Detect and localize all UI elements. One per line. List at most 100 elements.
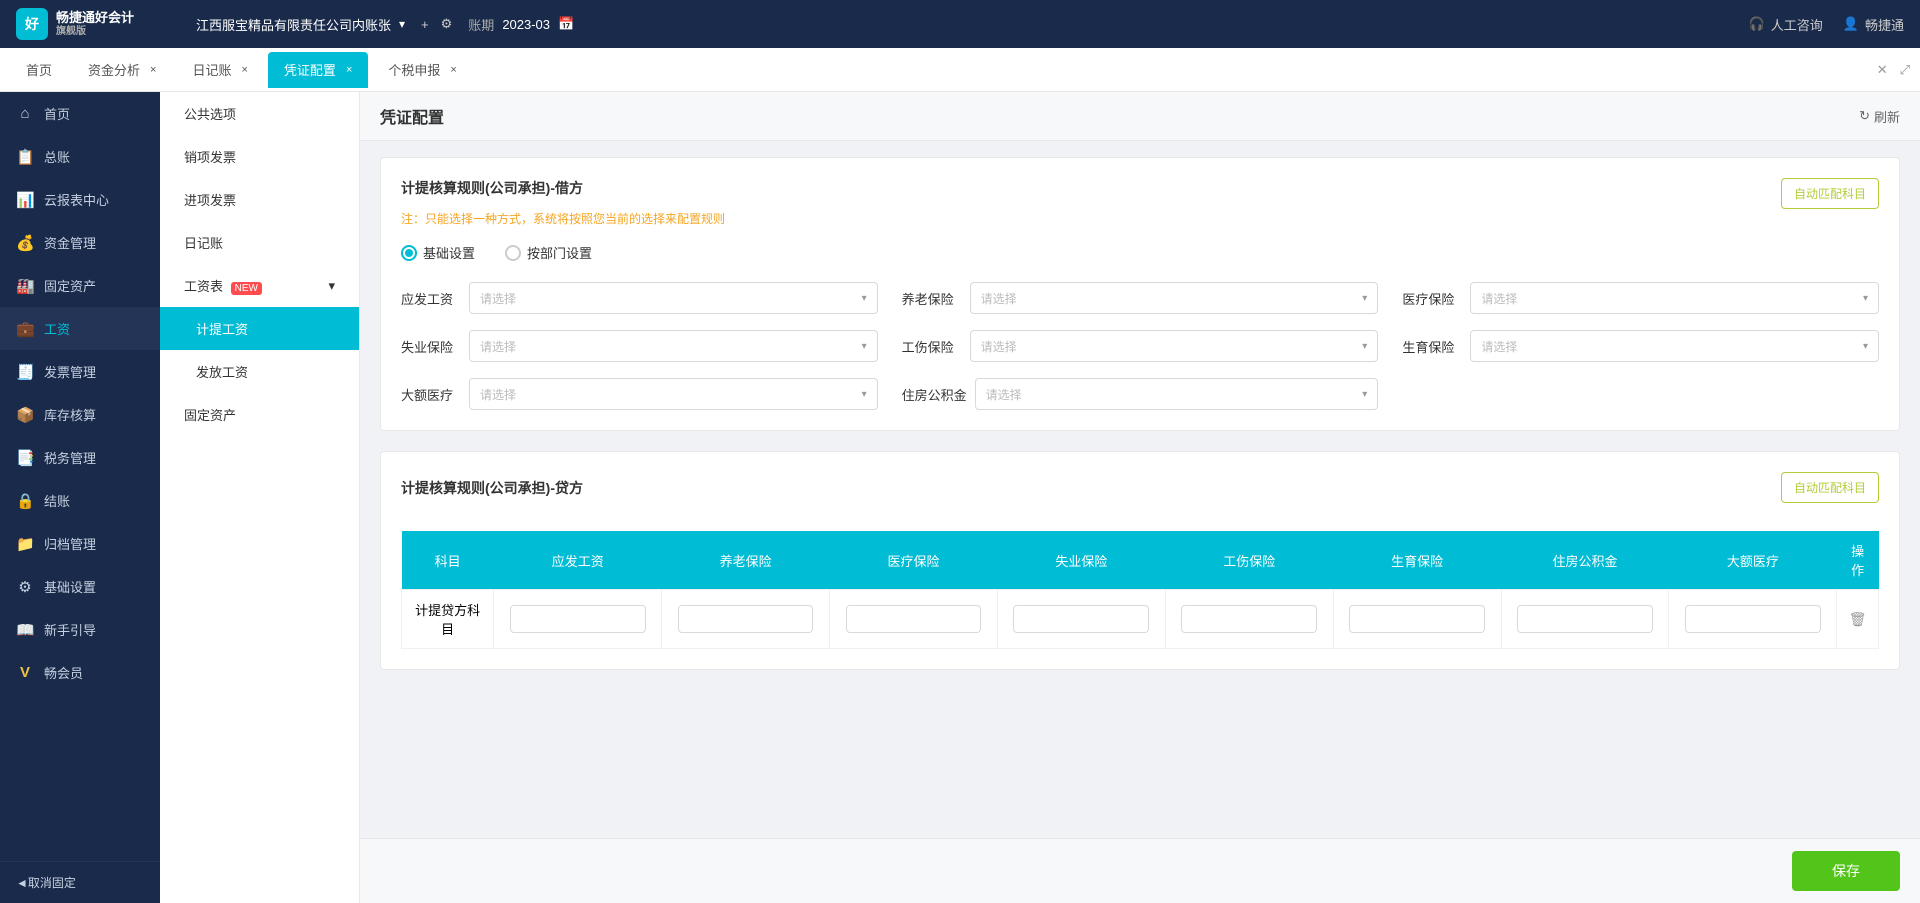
save-button[interactable]: 保存 <box>1792 851 1900 891</box>
company-selector[interactable]: 江西服宝精品有限责任公司内账张 ▾ <box>196 15 405 34</box>
tab-funds[interactable]: 资金分析 × <box>72 52 172 88</box>
col-yanglao: 养老保险 <box>662 531 830 590</box>
sidebar: ⌂ 首页 📋 总账 📊 云报表中心 💰 资金管理 🏭 固定资产 💼 工资 🧾 发… <box>0 92 160 903</box>
top-bar: 好 畅捷通好会计 旗舰版 江西服宝精品有限责任公司内账张 ▾ + ⚙ 账期 20… <box>0 0 1920 48</box>
chevron-down-icon: ▾ <box>1863 341 1868 352</box>
sub-sidebar-pay-salary[interactable]: 发放工资 <box>160 350 359 393</box>
select-gongjijin[interactable]: 请选择 ▾ <box>975 378 1379 410</box>
sidebar-item-reports[interactable]: 📊 云报表中心 <box>0 178 160 221</box>
input-shengyu[interactable] <box>1349 605 1485 633</box>
cell-yanglao-input[interactable] <box>662 590 830 649</box>
settings-icon: ⚙ <box>16 578 34 596</box>
headset-icon: 🎧 <box>1749 16 1765 32</box>
cell-yiliao-input[interactable] <box>830 590 998 649</box>
field-daeyiliao: 大额医疗 请选择 ▾ <box>401 378 878 410</box>
credit-section-title: 计提核算规则(公司承担)-贷方 <box>401 478 583 498</box>
archive-icon: 📁 <box>16 535 34 553</box>
tab-close-all[interactable]: ✕ <box>1877 62 1888 78</box>
sidebar-item-tax[interactable]: 📑 税务管理 <box>0 436 160 479</box>
tab-voucher-config[interactable]: 凭证配置 × <box>268 52 368 88</box>
calendar-icon[interactable]: 📅 <box>558 16 574 32</box>
input-yingfa[interactable] <box>510 605 646 633</box>
sidebar-item-ledger[interactable]: 📋 总账 <box>0 135 160 178</box>
col-daeyiliao: 大额医疗 <box>1669 531 1837 590</box>
sidebar-item-assets[interactable]: 🏭 固定资产 <box>0 264 160 307</box>
sidebar-item-inventory[interactable]: 📦 库存核算 <box>0 393 160 436</box>
sidebar-item-guide[interactable]: 📖 新手引导 <box>0 608 160 651</box>
sub-sidebar-accrual-salary[interactable]: 计提工资 <box>160 307 359 350</box>
cell-yingfa-input[interactable] <box>494 590 662 649</box>
select-shiye[interactable]: 请选择 ▾ <box>469 330 878 362</box>
sidebar-item-archive[interactable]: 📁 归档管理 <box>0 522 160 565</box>
sub-sidebar-salary-table[interactable]: 工资表 NEW ▾ <box>160 264 359 307</box>
tab-tax[interactable]: 个税申报 × <box>372 52 472 88</box>
select-gongshang[interactable]: 请选择 ▾ <box>970 330 1379 362</box>
col-yingfa: 应发工资 <box>494 531 662 590</box>
sidebar-item-home[interactable]: ⌂ 首页 <box>0 92 160 135</box>
sub-sidebar-journal[interactable]: 日记账 <box>160 221 359 264</box>
input-daeyiliao[interactable] <box>1685 605 1821 633</box>
select-yiliao[interactable]: 请选择 ▾ <box>1470 282 1879 314</box>
chevron-down-icon: ▾ <box>1863 293 1868 304</box>
page-title: 凭证配置 <box>380 104 444 128</box>
radio-basic-setup[interactable]: 基础设置 <box>401 243 475 262</box>
vip-icon: V <box>16 664 34 681</box>
cell-shengyu-input[interactable] <box>1333 590 1501 649</box>
cell-gongshang-input[interactable] <box>1165 590 1333 649</box>
refresh-button[interactable]: ↻ 刷新 <box>1859 107 1900 126</box>
input-yanglao[interactable] <box>678 605 814 633</box>
sidebar-item-funds[interactable]: 💰 资金管理 <box>0 221 160 264</box>
close-icon[interactable]: × <box>346 64 352 76</box>
funds-icon: 💰 <box>16 234 34 252</box>
close-icon[interactable]: × <box>241 64 247 76</box>
sidebar-item-close[interactable]: 🔒 结账 <box>0 479 160 522</box>
refresh-icon: ↻ <box>1859 108 1870 124</box>
home-icon: ⌂ <box>16 105 34 122</box>
chevron-down-icon: ▾ <box>399 17 405 31</box>
user-icon: 👤 <box>1843 16 1859 32</box>
consult-button[interactable]: 🎧 人工咨询 <box>1749 15 1823 34</box>
input-gongshang[interactable] <box>1181 605 1317 633</box>
sub-sidebar-public[interactable]: 公共选项 <box>160 92 359 135</box>
select-daeyiliao[interactable]: 请选择 ▾ <box>469 378 878 410</box>
auto-match-debit-button[interactable]: 自动匹配科目 <box>1781 178 1879 209</box>
sidebar-item-invoices[interactable]: 🧾 发票管理 <box>0 350 160 393</box>
user-menu[interactable]: 👤 畅捷通 <box>1843 15 1904 34</box>
chevron-down-icon: ▾ <box>862 341 867 352</box>
close-icon[interactable]: × <box>450 64 456 76</box>
sidebar-item-salary[interactable]: 💼 工资 <box>0 307 160 350</box>
delete-icon[interactable]: 🗑 <box>1849 611 1867 627</box>
radio-dept-setup[interactable]: 按部门设置 <box>505 243 592 262</box>
tab-maximize[interactable]: ⤢ <box>1900 62 1910 78</box>
tab-journal[interactable]: 日记账 × <box>176 52 263 88</box>
add-button[interactable]: + <box>421 17 429 32</box>
sidebar-item-vip[interactable]: V 畅会员 <box>0 651 160 694</box>
cell-subject-label: 计提贷方科目 <box>402 590 494 649</box>
top-bar-actions: 🎧 人工咨询 👤 畅捷通 <box>1749 15 1904 34</box>
select-shengyu[interactable]: 请选择 ▾ <box>1470 330 1879 362</box>
input-gongjijin[interactable] <box>1517 605 1653 633</box>
sub-sidebar-fixed-assets[interactable]: 固定资产 <box>160 393 359 436</box>
credit-table: 科目 应发工资 养老保险 医疗保险 失业保险 工伤保险 生育保险 住房公积金 大… <box>401 531 1879 649</box>
cell-action: 🗑 <box>1837 590 1879 649</box>
cancel-pin-button[interactable]: ◄取消固定 <box>0 861 160 903</box>
select-yanglao[interactable]: 请选择 ▾ <box>970 282 1379 314</box>
select-yingfa[interactable]: 请选择 ▾ <box>469 282 878 314</box>
sub-sidebar-purchase-invoice[interactable]: 进项发票 <box>160 178 359 221</box>
cell-gongjijin-input[interactable] <box>1501 590 1669 649</box>
cell-shiye-input[interactable] <box>997 590 1165 649</box>
close-icon[interactable]: × <box>150 64 156 76</box>
field-yanglao: 养老保险 请选择 ▾ <box>902 282 1379 314</box>
sub-sidebar-sales-invoice[interactable]: 销项发票 <box>160 135 359 178</box>
debit-section-title: 计提核算规则(公司承担)-借方 <box>401 178 725 198</box>
settings-icon[interactable]: ⚙ <box>441 16 453 32</box>
col-action: 操作 <box>1837 531 1879 590</box>
input-yiliao[interactable] <box>846 605 982 633</box>
tab-home[interactable]: 首页 <box>10 52 68 88</box>
input-shiye[interactable] <box>1013 605 1149 633</box>
chevron-down-icon: ▾ <box>1362 341 1367 352</box>
cell-daeyiliao-input[interactable] <box>1669 590 1837 649</box>
sidebar-item-settings[interactable]: ⚙ 基础设置 <box>0 565 160 608</box>
auto-match-credit-button[interactable]: 自动匹配科目 <box>1781 472 1879 503</box>
invoices-icon: 🧾 <box>16 363 34 381</box>
